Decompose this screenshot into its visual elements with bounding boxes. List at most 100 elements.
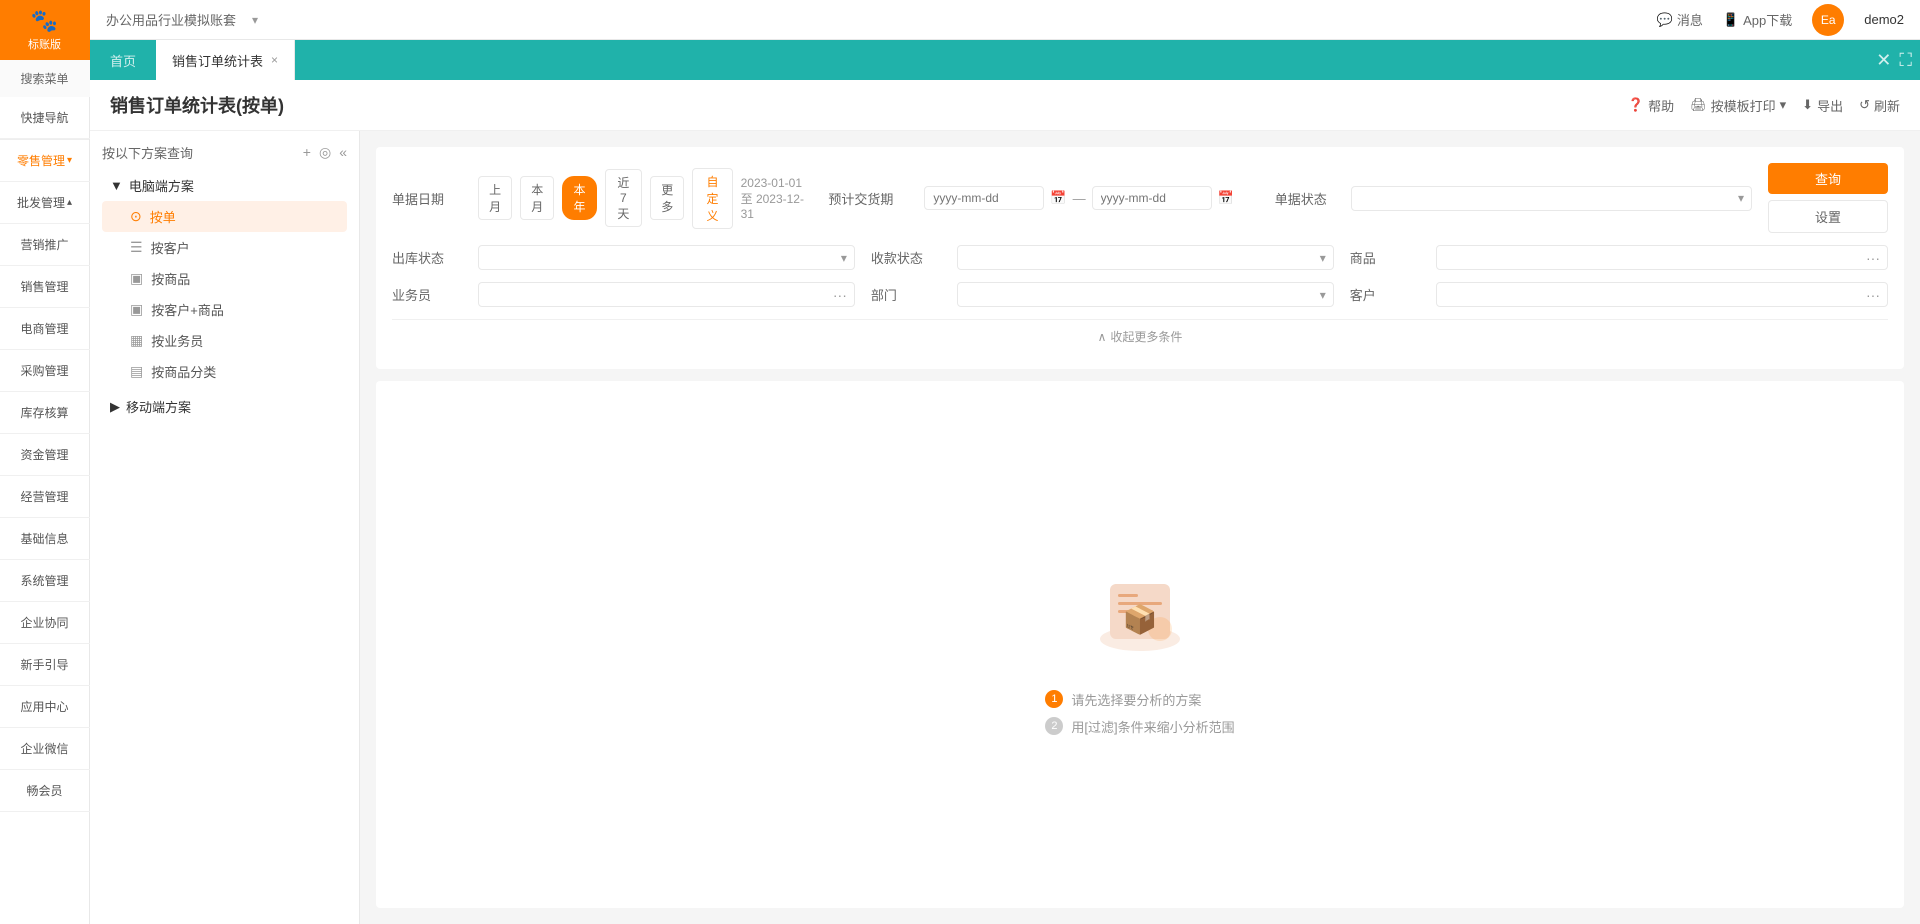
sidebar-item-inventory[interactable]: 库存核算 bbox=[0, 392, 90, 434]
doc-status-select[interactable] bbox=[1351, 186, 1752, 211]
message-btn[interactable]: 💬 消息 bbox=[1657, 10, 1703, 29]
help-btn[interactable]: ❓ 帮助 bbox=[1628, 96, 1674, 115]
ship-status-wrapper: ▾ bbox=[478, 245, 855, 270]
salesperson-more-icon[interactable]: ··· bbox=[833, 287, 847, 303]
app-download-btn[interactable]: 📱 App下载 bbox=[1723, 10, 1792, 29]
tree-section: ▼ 电脑端方案 ⊙ 按单 ☰ 按客户 ▣ 按商品 bbox=[90, 170, 359, 422]
by-salesperson-icon: ▦ bbox=[130, 332, 143, 349]
tree-group-mobile: ▶ 移动端方案 bbox=[102, 391, 347, 422]
product-input[interactable] bbox=[1436, 245, 1888, 270]
empty-state: 📦 1 请先选择要分析的方案 2 用[过滤]条件来缩小分析范围 bbox=[376, 381, 1904, 908]
tree-item-by-customer[interactable]: ☰ 按客户 bbox=[102, 232, 347, 263]
sidebar-item-retail[interactable]: 零售管理 ▾ bbox=[0, 140, 90, 182]
customer-more-icon[interactable]: ··· bbox=[1866, 287, 1880, 303]
sidebar-item-member[interactable]: 畅会员 bbox=[0, 770, 90, 812]
sidebar-item-system[interactable]: 系统管理 bbox=[0, 560, 90, 602]
logo-text: 标账版 bbox=[28, 36, 61, 52]
settings-button[interactable]: 设置 bbox=[1768, 200, 1888, 233]
export-btn[interactable]: ⬇ 导出 bbox=[1802, 96, 1843, 115]
topbar-dropdown-icon[interactable]: ▾ bbox=[252, 13, 258, 27]
template-print-btn[interactable]: 🖨 按模板打印 ▾ bbox=[1690, 96, 1786, 115]
settings-scheme-icon[interactable]: ◎ bbox=[319, 144, 331, 161]
tab-home[interactable]: 首页 bbox=[90, 40, 156, 80]
filter-section: 单据日期 上月 本月 本年 近7天 更多 自定义 2023-01-01 至 20… bbox=[376, 147, 1904, 369]
sidebar-item-quicknav[interactable]: 快捷导航 bbox=[0, 97, 90, 139]
query-button[interactable]: 查询 bbox=[1768, 163, 1888, 194]
refresh-btn[interactable]: ↺ 刷新 bbox=[1859, 96, 1900, 115]
topbar-title: 办公用品行业模拟账套 bbox=[106, 10, 236, 29]
filter-row-3: 业务员 ··· 部门 ▾ 客户 ··· bbox=[392, 282, 1888, 307]
empty-hint-1: 1 请先选择要分析的方案 bbox=[1045, 690, 1234, 709]
tree-item-by-product[interactable]: ▣ 按商品 bbox=[102, 263, 347, 294]
sidebar-item-appcenter[interactable]: 应用中心 bbox=[0, 686, 90, 728]
tab-close-icon[interactable]: × bbox=[271, 53, 278, 67]
department-wrapper: ▾ bbox=[957, 282, 1334, 307]
date-btn-more[interactable]: 更多 bbox=[650, 176, 684, 220]
sidebar-item-marketing[interactable]: 营销推广 bbox=[0, 224, 90, 266]
tab-sales-order[interactable]: 销售订单统计表 × bbox=[156, 40, 295, 80]
date-btn-this-year[interactable]: 本年 bbox=[562, 176, 596, 220]
left-panel-header: 按以下方案查询 + ◎ « bbox=[90, 143, 359, 170]
export-icon: ⬇ bbox=[1802, 97, 1813, 113]
expected-delivery-from[interactable] bbox=[924, 186, 1044, 210]
date-btn-last-7days[interactable]: 近7天 bbox=[605, 169, 643, 227]
date-btn-last-month[interactable]: 上月 bbox=[478, 176, 512, 220]
sidebar-item-finance[interactable]: 资金管理 bbox=[0, 434, 90, 476]
collapse-bar[interactable]: ∧ 收起更多条件 bbox=[392, 319, 1888, 353]
payment-status-wrapper: ▾ bbox=[957, 245, 1334, 270]
by-product-icon: ▣ bbox=[130, 270, 143, 287]
avatar[interactable]: Ea bbox=[1812, 4, 1844, 36]
topbar: 办公用品行业模拟账套 ▾ 💬 消息 📱 App下载 Ea demo2 bbox=[90, 0, 1920, 40]
header-bar: 销售订单统计表(按单) ❓ 帮助 🖨 按模板打印 ▾ ⬇ 导出 ↺ 刷新 bbox=[90, 80, 1920, 131]
sidebar-item-operation[interactable]: 经营管理 bbox=[0, 476, 90, 518]
tree-item-by-product-category[interactable]: ▤ 按商品分类 bbox=[102, 356, 347, 387]
salesperson-wrapper: ··· bbox=[478, 282, 855, 307]
expected-delivery-to[interactable] bbox=[1092, 186, 1212, 210]
tree-item-by-salesperson[interactable]: ▦ 按业务员 bbox=[102, 325, 347, 356]
tree-item-by-customer-product[interactable]: ▣ 按客户+商品 bbox=[102, 294, 347, 325]
expected-delivery-range: 📅 — 📅 bbox=[924, 186, 1258, 210]
tab-close-btn[interactable]: ✕ bbox=[1876, 51, 1891, 69]
calendar-icon-from: 📅 bbox=[1050, 190, 1066, 206]
date-btn-this-month[interactable]: 本月 bbox=[520, 176, 554, 220]
logo[interactable]: 🐾 标账版 bbox=[0, 0, 90, 60]
department-label: 部门 bbox=[871, 285, 941, 304]
user-name[interactable]: demo2 bbox=[1864, 12, 1904, 27]
left-panel-icons: + ◎ « bbox=[303, 144, 347, 161]
payment-status-label: 收款状态 bbox=[871, 248, 941, 267]
collapse-panel-icon[interactable]: « bbox=[339, 144, 347, 161]
ship-status-select[interactable] bbox=[478, 245, 855, 270]
payment-status-select[interactable] bbox=[957, 245, 1334, 270]
sidebar: 🐾 标账版 搜索菜单 快捷导航 零售管理 ▾ 批发管理 ▴ 营销推广 销售管理 … bbox=[0, 0, 90, 924]
product-wrapper: ··· bbox=[1436, 245, 1888, 270]
right-panel: 单据日期 上月 本月 本年 近7天 更多 自定义 2023-01-01 至 20… bbox=[360, 131, 1920, 924]
by-product-category-icon: ▤ bbox=[130, 363, 143, 380]
chevron-down-icon: ▾ bbox=[67, 155, 72, 166]
date-label: 单据日期 bbox=[392, 189, 462, 208]
tree-group-arrow-icon: ▼ bbox=[110, 178, 123, 193]
product-more-icon[interactable]: ··· bbox=[1866, 250, 1880, 266]
sidebar-item-corp[interactable]: 企业协同 bbox=[0, 602, 90, 644]
date-btn-custom[interactable]: 自定义 bbox=[692, 168, 732, 229]
product-label: 商品 bbox=[1350, 248, 1420, 267]
date-range-display: 2023-01-01 至 2023-12-31 bbox=[741, 176, 813, 221]
search-menu[interactable]: 搜索菜单 bbox=[0, 60, 90, 97]
sidebar-item-wholesale[interactable]: 批发管理 ▴ bbox=[0, 182, 90, 224]
tree-item-by-order[interactable]: ⊙ 按单 bbox=[102, 201, 347, 232]
sidebar-item-newbie[interactable]: 新手引导 bbox=[0, 644, 90, 686]
salesperson-input[interactable] bbox=[478, 282, 855, 307]
sidebar-item-basic[interactable]: 基础信息 bbox=[0, 518, 90, 560]
chevron-down-icon: ▾ bbox=[1780, 97, 1787, 113]
customer-input[interactable] bbox=[1436, 282, 1888, 307]
sidebar-item-sales[interactable]: 销售管理 bbox=[0, 266, 90, 308]
sidebar-item-corpwechat[interactable]: 企业微信 bbox=[0, 728, 90, 770]
sidebar-item-ecommerce[interactable]: 电商管理 bbox=[0, 308, 90, 350]
print-icon: 🖨 bbox=[1690, 97, 1707, 113]
tree-group-pc-title[interactable]: ▼ 电脑端方案 bbox=[102, 170, 347, 201]
department-select[interactable] bbox=[957, 282, 1334, 307]
hint-num-1: 1 bbox=[1045, 690, 1063, 708]
tree-group-mobile-title[interactable]: ▶ 移动端方案 bbox=[102, 391, 347, 422]
sidebar-item-purchase[interactable]: 采购管理 bbox=[0, 350, 90, 392]
add-scheme-icon[interactable]: + bbox=[303, 144, 311, 161]
tab-expand-btn[interactable]: ⛶ bbox=[1899, 51, 1912, 69]
